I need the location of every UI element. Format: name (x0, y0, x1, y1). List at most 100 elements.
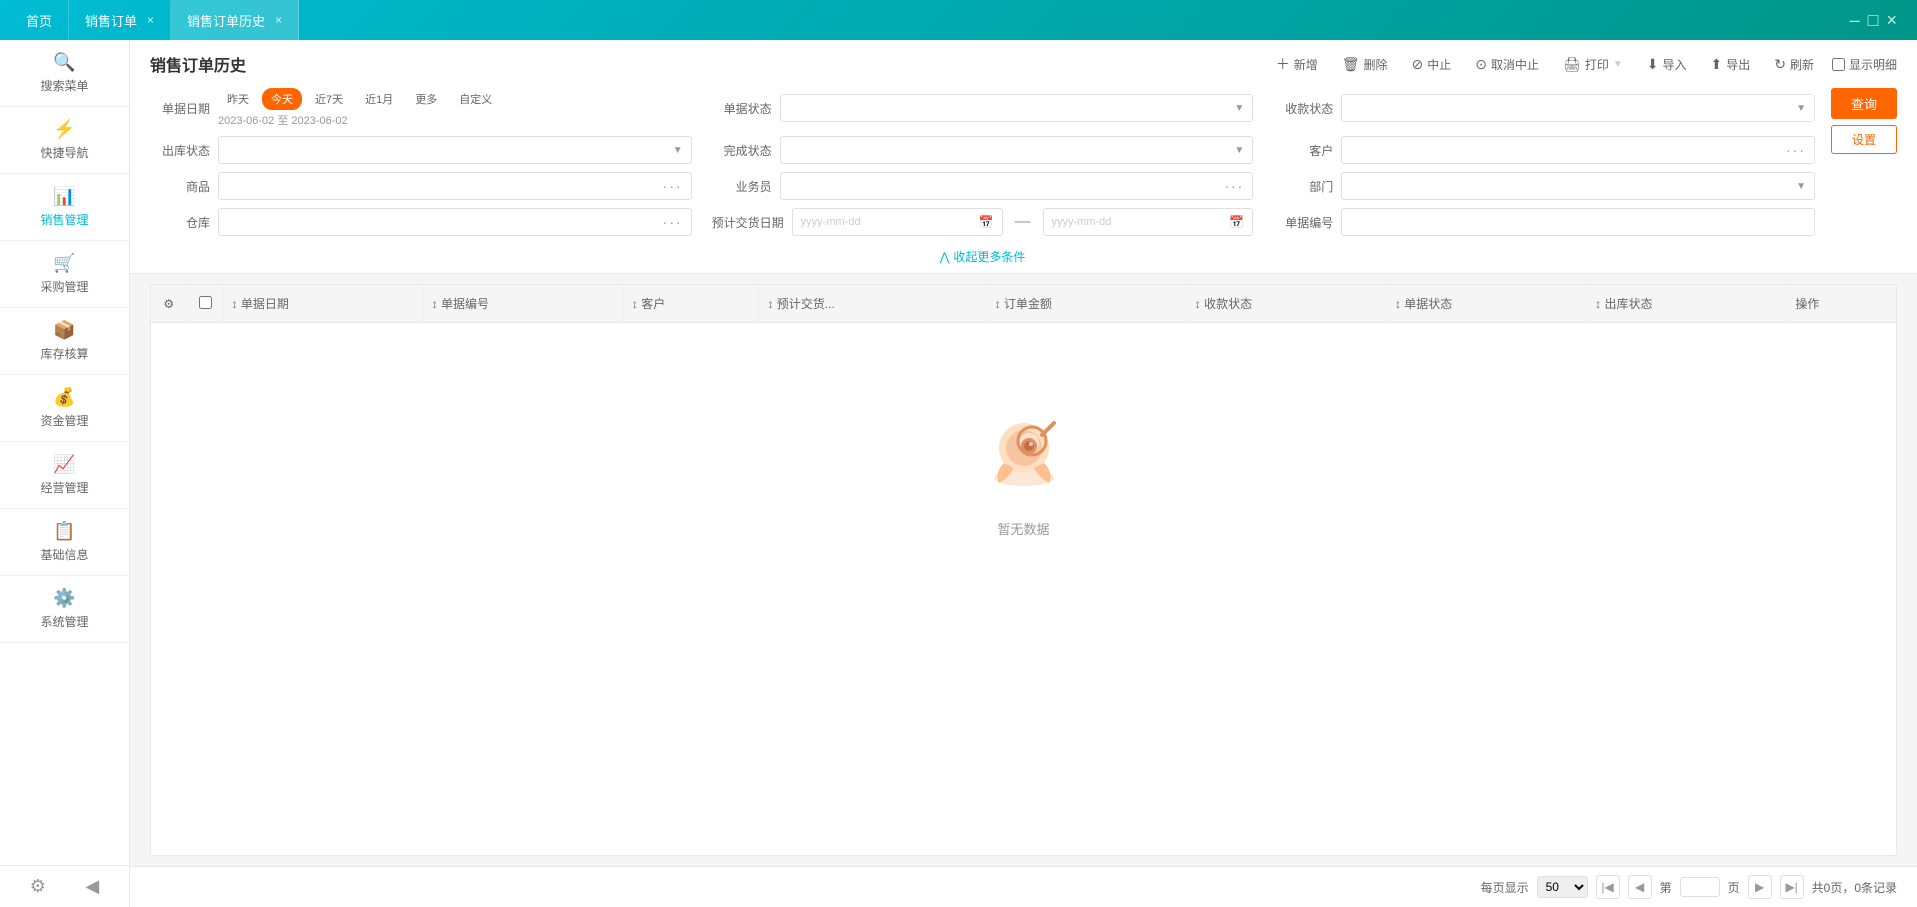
customer-label: 客户 (1273, 142, 1333, 159)
th-customer: ↕ 客户 (623, 285, 759, 323)
sidebar-label-finance: 资金管理 (40, 412, 88, 429)
collapse-label: 收起更多条件 (953, 248, 1025, 265)
refresh-btn[interactable]: ↻ 刷新 (1768, 52, 1820, 77)
tab-close-history[interactable]: × (275, 13, 282, 27)
display-toggle-checkbox[interactable] (1832, 58, 1845, 71)
window-minimize-btn[interactable]: – (1850, 10, 1860, 31)
out-status-label: 出库状态 (150, 142, 210, 159)
date-range-text: 2023-06-02 至 2023-06-02 (218, 112, 507, 128)
collapse-row[interactable]: ⋀ 收起更多条件 (150, 244, 1815, 265)
page-header: 销售订单历史 ＋ 新增 🗑 删除 ⊘ 中止 ⊙ (130, 40, 1917, 274)
warehouse-select[interactable]: ··· (218, 208, 692, 236)
date-tab-custom[interactable]: 自定义 (450, 88, 501, 110)
pagination-bar: 每页显示 50 100 200 |◀ ◀ 第 1 页 ▶ ▶| 共0页，0条记录 (130, 866, 1917, 907)
new-label: 新增 (1294, 56, 1318, 73)
finance-icon: 💰 (53, 387, 75, 408)
export-icon: ⬆ (1710, 56, 1722, 73)
sidebar-item-quick-nav[interactable]: ⚡ 快捷导航 (0, 107, 129, 174)
bill-status-select[interactable]: ▼ (780, 94, 1254, 122)
sidebar-item-sales[interactable]: 📊 销售管理 (0, 174, 129, 241)
new-btn[interactable]: ＋ 新增 (1270, 50, 1324, 78)
sidebar-bottom: ⚙ ◀ (0, 865, 129, 907)
filter-item-delivery-date: 预计交货日期 yyyy-mm-dd 📅 — yyyy-mm-dd 📅 (712, 208, 1254, 236)
filter-main: 单据日期 昨天 今天 近7天 近1月 更多 自定义 2 (150, 88, 1815, 265)
filter-row-2: 出库状态 ▼ 完成状态 ▼ 客户 (150, 136, 1815, 164)
export-btn[interactable]: ⬆ 导出 (1704, 52, 1756, 77)
delivery-start-placeholder: yyyy-mm-dd (801, 216, 861, 228)
stop-btn[interactable]: ⊘ 中止 (1406, 52, 1458, 77)
sidebar-label-basic-info: 基础信息 (40, 546, 88, 563)
sidebar-collapse-btn[interactable]: ◀ (85, 876, 99, 897)
product-select[interactable]: ··· (218, 172, 692, 200)
sidebar-label-sales: 销售管理 (40, 211, 88, 228)
filter-settings-btn[interactable]: 设置 (1831, 125, 1897, 154)
sidebar-item-inventory[interactable]: 📦 库存核算 (0, 308, 129, 375)
filter-row-4: 仓库 ··· 预计交货日期 yyyy-mm-dd 📅 — (150, 208, 1815, 236)
bill-status-label: 单据状态 (712, 100, 772, 117)
complete-status-select[interactable]: ▼ (780, 136, 1254, 164)
out-status-select[interactable]: ▼ (218, 136, 692, 164)
bill-no-label: 单据编号 (1273, 214, 1333, 231)
department-select[interactable]: ▼ (1341, 172, 1815, 200)
next-page-btn[interactable]: ▶ (1748, 875, 1772, 899)
customer-select[interactable]: ··· (1341, 136, 1815, 164)
th-payment-status-label: 收款状态 (1204, 297, 1252, 311)
date-tab-today[interactable]: 今天 (262, 88, 302, 110)
th-settings[interactable]: ⚙ (151, 285, 187, 323)
tab-sales-order-history[interactable]: 销售订单历史 × (171, 0, 299, 40)
sidebar-item-purchase[interactable]: 🛒 采购管理 (0, 241, 129, 308)
last-page-btn[interactable]: ▶| (1780, 875, 1804, 899)
date-tab-7days[interactable]: 近7天 (306, 88, 352, 110)
filter-row-1: 单据日期 昨天 今天 近7天 近1月 更多 自定义 2 (150, 88, 1815, 128)
page-title: 销售订单历史 (150, 52, 246, 76)
empty-illustration (974, 403, 1074, 503)
filter-actions: 查询 设置 (1831, 88, 1897, 154)
window-close-btn[interactable]: × (1886, 10, 1897, 31)
tab-close-sales-order[interactable]: × (147, 13, 154, 27)
select-all-checkbox[interactable] (199, 296, 212, 309)
prev-page-btn[interactable]: ◀ (1628, 875, 1652, 899)
delivery-end-placeholder: yyyy-mm-dd (1052, 216, 1112, 228)
sidebar-item-operations[interactable]: 📈 经营管理 (0, 442, 129, 509)
first-page-btn[interactable]: |◀ (1596, 875, 1620, 899)
filter-item-complete-status: 完成状态 ▼ (712, 136, 1254, 164)
cancel-stop-btn[interactable]: ⊙ 取消中止 (1469, 52, 1545, 77)
bill-no-input[interactable] (1341, 208, 1815, 236)
filter-item-out-status: 出库状态 ▼ (150, 136, 692, 164)
salesperson-select[interactable]: ··· (780, 172, 1254, 200)
content-area: 销售订单历史 ＋ 新增 🗑 删除 ⊘ 中止 ⊙ (130, 40, 1917, 907)
th-checkbox[interactable] (187, 285, 223, 323)
import-btn[interactable]: ⬇ 导入 (1641, 52, 1693, 77)
date-tab-1month[interactable]: 近1月 (356, 88, 402, 110)
delete-btn[interactable]: 🗑 删除 (1336, 52, 1394, 77)
query-btn[interactable]: 查询 (1831, 88, 1897, 119)
page-input[interactable]: 1 (1680, 877, 1720, 897)
sidebar-item-finance[interactable]: 💰 资金管理 (0, 375, 129, 442)
payment-status-select[interactable]: ▼ (1341, 94, 1815, 122)
window-maximize-btn[interactable]: □ (1868, 10, 1879, 31)
delivery-date-end[interactable]: yyyy-mm-dd 📅 (1043, 208, 1254, 236)
date-separator: — (1015, 213, 1031, 231)
payment-status-label: 收款状态 (1273, 100, 1333, 117)
th-date-label: 单据日期 (241, 297, 289, 311)
empty-cell: 暂无数据 (151, 323, 1896, 619)
system-icon: ⚙️ (53, 588, 75, 609)
page-label-before: 第 (1660, 879, 1672, 896)
sidebar-item-search[interactable]: 🔍 搜索菜单 (0, 40, 129, 107)
cancel-stop-icon: ⊙ (1475, 56, 1487, 73)
tab-sales-order[interactable]: 销售订单 × (69, 0, 171, 40)
print-btn[interactable]: 🖨 打印 ▼ (1557, 52, 1629, 77)
sidebar-item-basic-info[interactable]: 📋 基础信息 (0, 509, 129, 576)
th-delivery-label: 预计交货... (777, 297, 835, 311)
operations-icon: 📈 (53, 454, 75, 475)
sales-icon: 📊 (53, 186, 75, 207)
delivery-date-start[interactable]: yyyy-mm-dd 📅 (792, 208, 1003, 236)
tab-home[interactable]: 首页 (10, 0, 69, 40)
per-page-select[interactable]: 50 100 200 (1537, 876, 1588, 898)
display-toggle: 显示明细 (1832, 56, 1897, 73)
sidebar-settings-btn[interactable]: ⚙ (30, 876, 46, 897)
th-amount: ↕ 订单金额 (986, 285, 1186, 323)
date-tab-yesterday[interactable]: 昨天 (218, 88, 258, 110)
sidebar-item-system[interactable]: ⚙️ 系统管理 (0, 576, 129, 643)
date-tab-more[interactable]: 更多 (406, 88, 446, 110)
